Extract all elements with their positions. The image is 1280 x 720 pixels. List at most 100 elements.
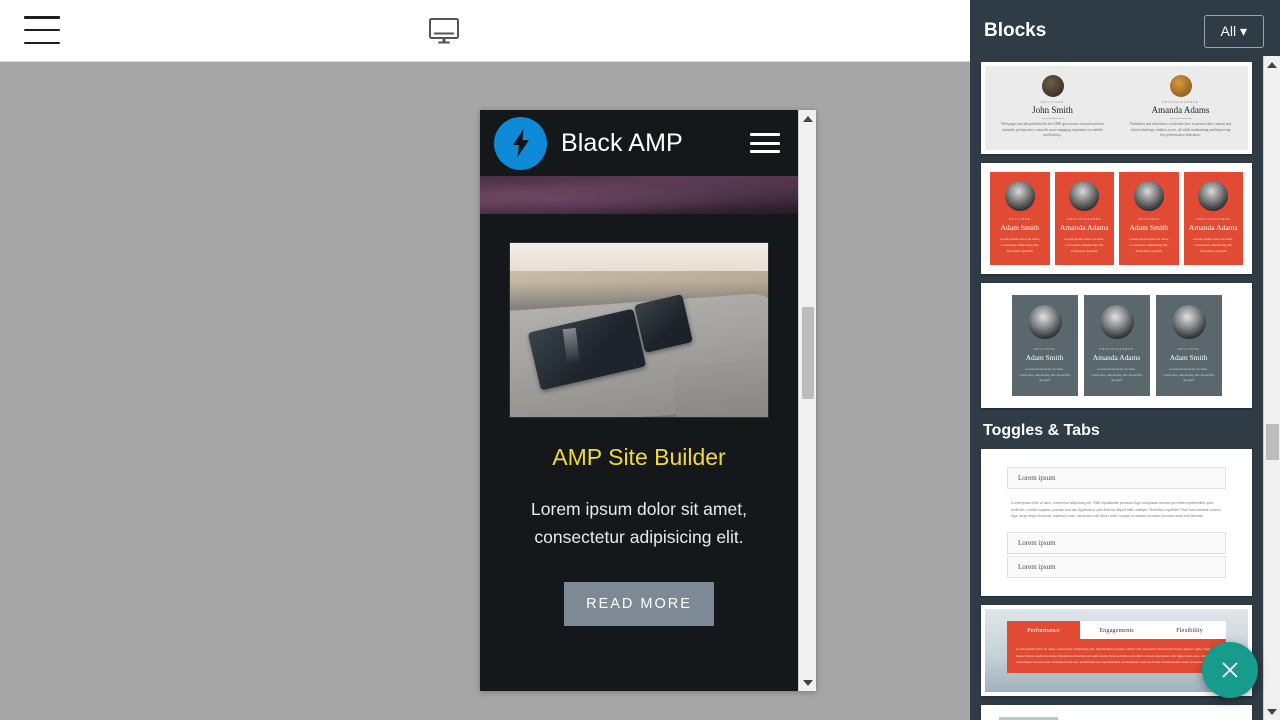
panel-scrollbar[interactable] bbox=[1263, 56, 1280, 720]
blocks-list[interactable]: DESIGNER John Smith Web pages and ads pu… bbox=[970, 62, 1263, 720]
member-bio: Lorem ipsum dolor sit amet, consectetur … bbox=[1193, 237, 1234, 253]
team-red-preview: DESIGNER Adam Smith Lorem ipsum dolor si… bbox=[985, 167, 1248, 270]
hamburger-line bbox=[24, 16, 60, 19]
monitor-glyph bbox=[429, 17, 459, 43]
hamburger-line bbox=[750, 141, 780, 145]
member-role: DESIGNER bbox=[1008, 217, 1031, 221]
member-bio: Lorem ipsum dolor sit amet, consectetur … bbox=[1128, 237, 1169, 253]
preview-scrollbar[interactable] bbox=[798, 110, 816, 691]
accordion-header[interactable]: Lorem ipsum bbox=[1007, 467, 1226, 490]
divider bbox=[1169, 118, 1192, 119]
triangle-up bbox=[802, 115, 813, 122]
divider bbox=[1041, 118, 1064, 119]
accordion-header[interactable]: Lorem ipsum bbox=[1007, 532, 1226, 555]
team-dark-preview: DESIGNER Adam Smith Lorem ipsum dolor si… bbox=[985, 286, 1248, 405]
hero-image-devices-on-sofa bbox=[509, 242, 769, 418]
avatar bbox=[1069, 181, 1100, 211]
scrollbar-thumb[interactable] bbox=[1266, 424, 1279, 460]
block-thumbnail-team-dark[interactable]: DESIGNER Adam Smith Lorem ipsum dolor si… bbox=[981, 282, 1252, 409]
avatar bbox=[1027, 304, 1062, 339]
desktop-monitor-icon[interactable] bbox=[421, 11, 467, 51]
avatar bbox=[1099, 304, 1134, 339]
team-card: PHOTOGRAPHER Amanda Adams Lorem ipsum do… bbox=[1083, 294, 1150, 397]
mobile-preview-frame: Black AMP AMP Site Builder Lorem ipsum d… bbox=[480, 110, 816, 691]
member-name: Adam Smith bbox=[1025, 352, 1064, 362]
member-bio: Lorem ipsum dolor sit amet, consectetur … bbox=[1018, 366, 1071, 383]
triangle-up bbox=[1267, 61, 1277, 68]
team-light-preview: DESIGNER John Smith Web pages and ads pu… bbox=[985, 66, 1248, 150]
block-thumbnail-tabs-teal[interactable]: Performance Engagements Flexibility Perf… bbox=[981, 705, 1252, 720]
team-card: DESIGNER Adam Smith Lorem ipsum dolor si… bbox=[1155, 294, 1222, 397]
block-thumbnail-team-red[interactable]: DESIGNER Adam Smith Lorem ipsum dolor si… bbox=[981, 163, 1252, 274]
member-bio: Publishers and advertisers can decide ho… bbox=[1130, 122, 1231, 138]
blocks-panel: Blocks All ▾ DESIGNER John Smith Web pag… bbox=[970, 0, 1280, 720]
scroll-down-arrow-icon[interactable] bbox=[1264, 703, 1280, 720]
scrollbar-thumb[interactable] bbox=[802, 307, 814, 399]
member-name: Amanda Adams bbox=[1059, 223, 1109, 232]
tab-bar: Performance Engagements Flexibility bbox=[985, 609, 1248, 640]
preview-heading: AMP Site Builder bbox=[552, 444, 726, 470]
team-card: PHOTOGRAPHER Amanda Adams Publishers and… bbox=[1119, 72, 1242, 144]
accordion-body: Lorem ipsum dolor sit amet, consectetur … bbox=[1011, 501, 1221, 519]
triangle-down bbox=[802, 679, 813, 686]
tab-flexibility[interactable]: Flexibility bbox=[1153, 621, 1226, 640]
photo-floor bbox=[510, 243, 768, 271]
member-name: Amanda Adams bbox=[1151, 105, 1210, 115]
team-card: DESIGNER Adam Smith Lorem ipsum dolor si… bbox=[990, 172, 1050, 265]
avatar bbox=[1004, 181, 1035, 211]
avatar bbox=[1171, 304, 1206, 339]
top-toolbar bbox=[0, 0, 970, 62]
hamburger-line bbox=[24, 28, 60, 32]
preview-content: AMP Site Builder Lorem ipsum dolor sit a… bbox=[480, 214, 798, 626]
hamburger-line bbox=[24, 41, 60, 44]
block-thumbnail-accordion[interactable]: Lorem ipsum Lorem ipsum dolor sit amet, … bbox=[981, 449, 1252, 597]
member-bio: Lorem ipsum dolor sit amet, consectetur … bbox=[1064, 237, 1105, 253]
avatar bbox=[1041, 75, 1064, 97]
accordion-header[interactable]: Lorem ipsum bbox=[1007, 556, 1226, 579]
hamburger-menu-icon[interactable] bbox=[24, 16, 60, 44]
tab-performance[interactable]: Performance bbox=[1007, 621, 1080, 640]
member-role: DESIGNER bbox=[1137, 217, 1160, 221]
amp-lightning-bolt-icon[interactable] bbox=[494, 116, 547, 170]
preview-nav-menu-icon[interactable] bbox=[750, 133, 780, 153]
avatar bbox=[1169, 75, 1192, 97]
member-name: Adam Smith bbox=[1169, 352, 1208, 362]
preview-site-title: Black AMP bbox=[561, 128, 683, 157]
member-name: Amanda Adams bbox=[1188, 223, 1238, 232]
scroll-up-arrow-icon[interactable] bbox=[1264, 56, 1280, 73]
member-role: PHOTOGRAPHER bbox=[1196, 217, 1231, 221]
close-panel-button[interactable] bbox=[1202, 642, 1258, 698]
preview-viewport: Black AMP AMP Site Builder Lorem ipsum d… bbox=[480, 110, 798, 691]
member-name: Adam Smith bbox=[1129, 223, 1169, 232]
block-thumbnail-team-light[interactable]: DESIGNER John Smith Web pages and ads pu… bbox=[981, 62, 1252, 154]
triangle-down bbox=[1267, 708, 1277, 715]
member-role: PHOTOGRAPHER bbox=[1162, 100, 1199, 104]
member-role: PHOTOGRAPHER bbox=[1099, 346, 1134, 351]
member-role: DESIGNER bbox=[1041, 100, 1064, 104]
tab-bar: Performance Engagements Flexibility Perf… bbox=[985, 709, 1248, 720]
avatar bbox=[1133, 181, 1164, 211]
member-bio: Web pages and ads published in the AMP o… bbox=[1001, 122, 1104, 138]
team-card: PHOTOGRAPHER Amanda Adams Lorem ipsum do… bbox=[1054, 172, 1114, 265]
member-bio: Lorem ipsum dolor sit amet, consectetur … bbox=[999, 237, 1040, 253]
blocks-panel-header: Blocks All ▾ bbox=[970, 0, 1280, 62]
caret-down-icon: ▾ bbox=[1239, 22, 1247, 39]
scroll-up-arrow-icon[interactable] bbox=[799, 110, 816, 127]
tab-engagements[interactable]: Engagements bbox=[1080, 621, 1153, 640]
accordion-preview: Lorem ipsum Lorem ipsum dolor sit amet, … bbox=[985, 453, 1248, 593]
tab-panel-content: Lorem ipsum dolor sit amet, consectetur … bbox=[1007, 639, 1226, 673]
member-name: John Smith bbox=[1032, 105, 1073, 115]
member-role: DESIGNER bbox=[1033, 346, 1056, 351]
photo-phone bbox=[634, 293, 693, 353]
preview-paragraph: Lorem ipsum dolor sit amet, consectetur … bbox=[531, 499, 747, 548]
category-filter-all-button[interactable]: All ▾ bbox=[1203, 14, 1264, 48]
tabs-teal-preview: Performance Engagements Flexibility Perf… bbox=[985, 709, 1248, 720]
bolt-glyph bbox=[512, 129, 529, 157]
member-role: PHOTOGRAPHER bbox=[1067, 217, 1102, 221]
canvas-workspace: Black AMP AMP Site Builder Lorem ipsum d… bbox=[0, 62, 970, 720]
member-name: Amanda Adams bbox=[1092, 352, 1141, 362]
scroll-down-arrow-icon[interactable] bbox=[799, 674, 816, 691]
read-more-button[interactable]: READ MORE bbox=[564, 581, 714, 626]
team-card: DESIGNER Adam Smith Lorem ipsum dolor si… bbox=[1011, 294, 1078, 397]
hamburger-line bbox=[750, 133, 780, 136]
